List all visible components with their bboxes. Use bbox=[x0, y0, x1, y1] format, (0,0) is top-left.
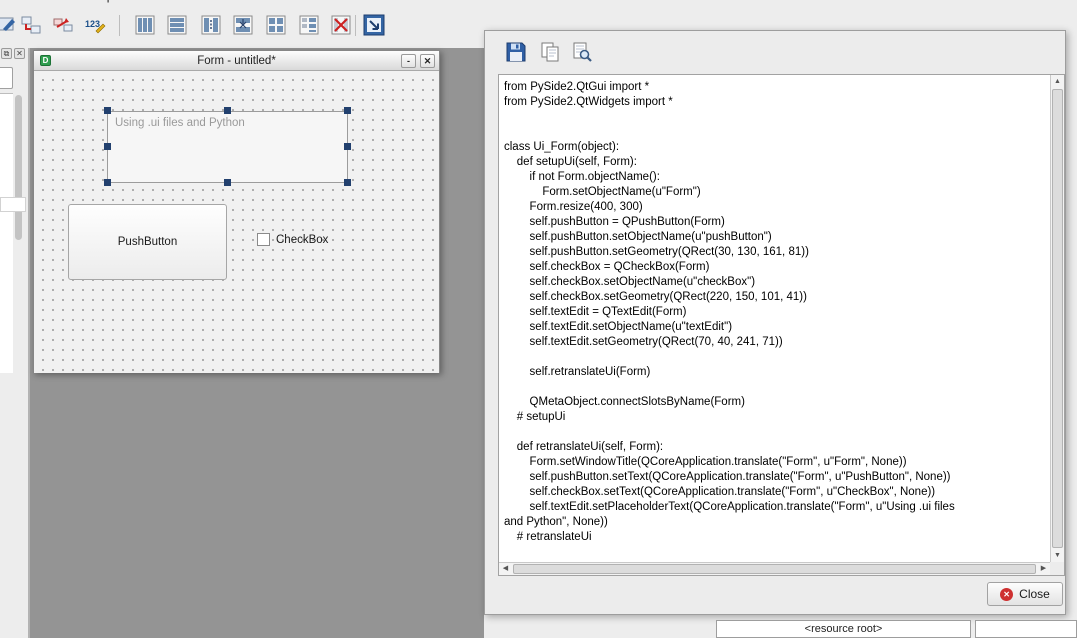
edit-tab-order-icon[interactable]: 123 bbox=[82, 12, 108, 38]
form-designer-window[interactable]: D Form - untitled* - ✕ Using .ui files a… bbox=[33, 50, 440, 373]
widgetbox-filter-input[interactable] bbox=[0, 67, 13, 89]
layout-grid-icon[interactable] bbox=[263, 12, 289, 38]
form-minimize-button[interactable]: - bbox=[401, 54, 416, 68]
edit-signals-slots-icon[interactable] bbox=[18, 12, 44, 38]
pushbutton-widget[interactable]: PushButton bbox=[68, 204, 227, 280]
checkbox-widget[interactable]: CheckBox bbox=[257, 233, 328, 246]
form-canvas[interactable]: Using .ui files and Python PushButton Ch… bbox=[34, 71, 439, 373]
code-hscroll-thumb[interactable] bbox=[513, 564, 1036, 574]
code-view[interactable]: from PySide2.QtGui import * from PySide2… bbox=[498, 74, 1065, 576]
adjust-size-icon[interactable] bbox=[361, 12, 387, 38]
copy-icon[interactable] bbox=[537, 39, 563, 65]
layout-vertical-icon[interactable] bbox=[164, 12, 190, 38]
toolbar-separator bbox=[355, 15, 356, 36]
form-window-title: Form - untitled* bbox=[34, 55, 439, 67]
dock-close-button[interactable]: ✕ bbox=[14, 48, 25, 59]
selection-handle-top-left[interactable] bbox=[104, 107, 111, 114]
selection-handle-top-center[interactable] bbox=[224, 107, 231, 114]
scroll-down-arrow-icon[interactable]: ▼ bbox=[1051, 549, 1064, 562]
checkbox-label: CheckBox bbox=[276, 234, 328, 246]
pushbutton-label: PushButton bbox=[118, 236, 177, 248]
toolbar-separator bbox=[119, 15, 120, 36]
scroll-right-arrow-icon[interactable]: ▶ bbox=[1037, 563, 1050, 575]
qt-designer-app: Window Help 123 ⧉ ✕ bbox=[0, 0, 1077, 638]
scroll-left-arrow-icon[interactable]: ◀ bbox=[499, 563, 512, 575]
close-red-icon: ✕ bbox=[1000, 588, 1013, 601]
checkbox-indicator[interactable] bbox=[257, 233, 270, 246]
widgetbox-scrollbar-thumb[interactable] bbox=[15, 95, 22, 240]
selection-handle-bottom-left[interactable] bbox=[104, 179, 111, 186]
selection-handle-mid-right[interactable] bbox=[344, 143, 351, 150]
selection-handle-bottom-right[interactable] bbox=[344, 179, 351, 186]
widgetbox-scrollbar[interactable] bbox=[14, 93, 23, 373]
textedit-widget[interactable]: Using .ui files and Python bbox=[107, 111, 348, 183]
form-window-titlebar[interactable]: D Form - untitled* - ✕ bbox=[34, 51, 439, 71]
dock-float-button[interactable]: ⧉ bbox=[1, 48, 12, 59]
find-icon[interactable] bbox=[569, 39, 595, 65]
close-button-label: Close bbox=[1019, 587, 1050, 601]
code-horizontal-scrollbar[interactable]: ◀ ▶ bbox=[499, 562, 1050, 575]
form-close-button[interactable]: ✕ bbox=[420, 54, 435, 68]
generated-code[interactable]: from PySide2.QtGui import * from PySide2… bbox=[504, 80, 1047, 559]
layout-form-icon[interactable] bbox=[296, 12, 322, 38]
form-window-icon: D bbox=[40, 55, 51, 66]
widget-box-list[interactable] bbox=[0, 93, 13, 373]
svg-text:123: 123 bbox=[85, 19, 100, 29]
resource-root-item[interactable]: <resource root> bbox=[716, 620, 971, 638]
break-layout-icon[interactable] bbox=[328, 12, 354, 38]
scroll-up-arrow-icon[interactable]: ▲ bbox=[1051, 75, 1064, 88]
close-dialog-button[interactable]: ✕ Close bbox=[987, 582, 1063, 606]
layout-vertical-splitter-icon[interactable] bbox=[230, 12, 256, 38]
edit-buddies-icon[interactable] bbox=[50, 12, 76, 38]
selection-handle-top-right[interactable] bbox=[344, 107, 351, 114]
code-vscroll-thumb[interactable] bbox=[1052, 89, 1063, 548]
resource-panel-fragment[interactable] bbox=[975, 620, 1077, 638]
textedit-placeholder: Using .ui files and Python bbox=[108, 112, 347, 134]
selection-handle-mid-left[interactable] bbox=[104, 143, 111, 150]
menu-window[interactable]: Window bbox=[26, 0, 69, 3]
layout-horizontal-splitter-icon[interactable] bbox=[198, 12, 224, 38]
widgetbox-item-fragment bbox=[0, 197, 26, 212]
save-icon[interactable] bbox=[503, 39, 529, 65]
view-code-dialog: from PySide2.QtGui import * from PySide2… bbox=[484, 30, 1066, 615]
scrollbar-corner bbox=[1050, 562, 1064, 575]
edit-widgets-icon[interactable] bbox=[0, 12, 20, 38]
code-vertical-scrollbar[interactable]: ▲ ▼ bbox=[1050, 75, 1064, 562]
layout-horizontal-icon[interactable] bbox=[132, 12, 158, 38]
selection-handle-bottom-center[interactable] bbox=[224, 179, 231, 186]
menu-help[interactable]: Help bbox=[89, 0, 114, 3]
menubar: Window Help bbox=[0, 0, 1077, 9]
